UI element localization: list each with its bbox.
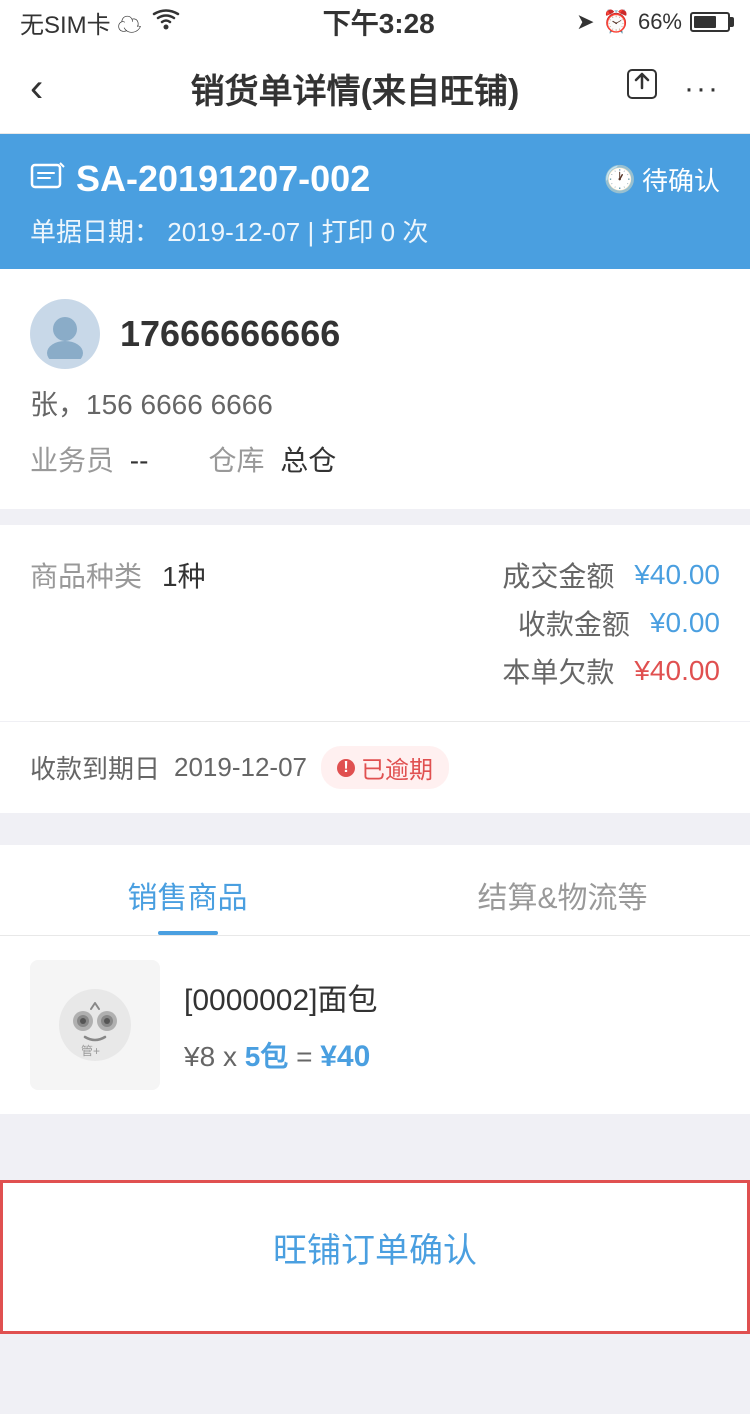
customer-meta: 业务员 -- 仓库 总仓 (30, 439, 720, 479)
sales-info: 业务员 -- (30, 439, 148, 479)
confirm-order-button[interactable]: 旺铺订单确认 (33, 1203, 717, 1291)
summary-section: 商品种类 1种 成交金额 ¥40.00 收款金额 ¥0.00 本单欠款 ¥40.… (0, 525, 750, 721)
amount-info: 成交金额 ¥40.00 收款金额 ¥0.00 本单欠款 ¥40.00 (502, 555, 720, 691)
warehouse-info: 仓库 总仓 (208, 439, 336, 479)
alarm-icon: ⏰ (603, 9, 630, 35)
owed-amount-row: 本单欠款 ¥40.00 (502, 651, 720, 691)
order-id: SA-20191207-002 (30, 158, 370, 200)
bottom-btn-container: 旺铺订单确认 (0, 1180, 750, 1334)
product-type-info: 商品种类 1种 (30, 555, 206, 595)
status-bar: 无SIM卡 ☁ 下午3:28 ➤ ⏰ 66% (0, 0, 750, 44)
order-header: SA-20191207-002 🕐 待确认 单据日期： 2019-12-07 |… (0, 134, 750, 269)
tabs-container: 销售商品 结算&物流等 (0, 845, 750, 936)
svg-text:管+: 管+ (81, 1043, 100, 1058)
order-date: 单据日期： 2019-12-07 | 打印 0 次 (30, 212, 720, 249)
sim-label: 无SIM卡 ☁ (20, 5, 141, 40)
divider-3 (0, 813, 750, 829)
clock-icon: 🕐 (604, 164, 636, 195)
product-thumbnail: 管+ (30, 960, 160, 1090)
due-date: 2019-12-07 (174, 752, 307, 783)
product-item: 管+ [0000002]面包 ¥8 x 5包 = ¥40 (0, 936, 750, 1114)
share-icon[interactable] (624, 66, 660, 111)
tab-sales-product[interactable]: 销售商品 (0, 845, 375, 935)
product-price: ¥8 x 5包 = ¥40 (184, 1035, 720, 1075)
product-info: [0000002]面包 ¥8 x 5包 = ¥40 (184, 975, 720, 1075)
due-label: 收款到期日 (30, 749, 160, 786)
battery-icon (690, 12, 730, 32)
due-date-section: 收款到期日 2019-12-07 ! 已逾期 (0, 722, 750, 813)
nav-right-actions: ··· (620, 66, 720, 111)
customer-sub: 张，156 6666 6666 (30, 383, 720, 423)
status-right: ➤ ⏰ 66% (576, 9, 730, 35)
back-button[interactable]: ‹ (30, 66, 90, 111)
order-status: 🕐 待确认 (604, 161, 720, 198)
page-title: 销货单详情(来自旺铺) (90, 64, 620, 113)
tab-settlement[interactable]: 结算&物流等 (375, 845, 750, 935)
overdue-badge: ! 已逾期 (321, 746, 449, 789)
product-name: [0000002]面包 (184, 975, 720, 1019)
customer-phone: 17666666666 (120, 313, 340, 355)
deal-amount-row: 成交金额 ¥40.00 (502, 555, 720, 595)
avatar (30, 299, 100, 369)
status-time: 下午3:28 (323, 2, 435, 42)
status-left: 无SIM卡 ☁ (20, 5, 181, 40)
wifi-icon (151, 8, 181, 37)
order-icon (30, 158, 66, 200)
battery-percent: 66% (638, 9, 682, 35)
location-icon: ➤ (576, 9, 594, 35)
more-icon[interactable]: ··· (684, 72, 720, 106)
received-amount-row: 收款金额 ¥0.00 (518, 603, 720, 643)
divider-1 (0, 509, 750, 525)
nav-bar: ‹ 销货单详情(来自旺铺) ··· (0, 44, 750, 134)
customer-section: 17666666666 张，156 6666 6666 业务员 -- 仓库 总仓 (0, 269, 750, 509)
overdue-icon: ! (337, 759, 355, 777)
